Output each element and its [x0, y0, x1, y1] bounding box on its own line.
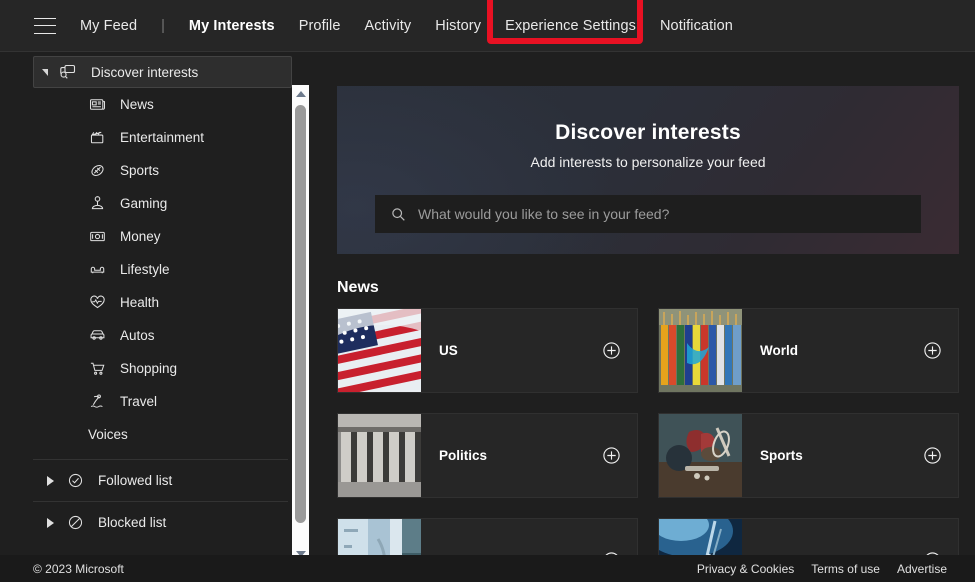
sidebar-item-money[interactable]: Money — [0, 220, 310, 253]
sidebar-item-label: Travel — [120, 394, 158, 409]
travel-palm-icon — [88, 393, 106, 411]
nav-item-history[interactable]: History — [435, 12, 481, 40]
sports-equipment-photo — [659, 414, 742, 497]
sidebar-item-gaming[interactable]: Gaming — [0, 187, 310, 220]
sidebar-item-news[interactable]: News — [0, 88, 310, 121]
sidebar-item-discover-interests[interactable]: Discover interests — [33, 56, 292, 88]
sidebar-item-label: Sports — [120, 163, 160, 178]
interest-card-label: World — [760, 343, 798, 358]
sidebar-item-followed-list[interactable]: Followed list — [33, 459, 288, 501]
lifestyle-sofa-icon — [88, 261, 106, 279]
sidebar-item-label: Lifestyle — [120, 262, 170, 277]
money-bill-icon — [88, 228, 106, 246]
technology-lights-photo — [659, 519, 742, 555]
entertainment-clapperboard-icon — [88, 129, 106, 147]
nav-item-my-feed[interactable]: My Feed — [80, 12, 137, 40]
sidebar-item-health[interactable]: Health — [0, 286, 310, 319]
interest-card-label: Sports — [760, 448, 803, 463]
sidebar-item-entertainment[interactable]: Entertainment — [0, 121, 310, 154]
search-input[interactable] — [418, 206, 921, 222]
section-title-news: News — [337, 279, 379, 296]
nav-item-experience-settings[interactable]: Experience Settings — [505, 12, 636, 40]
interest-card-sports[interactable]: Sports — [658, 413, 959, 498]
sidebar-item-label: News — [120, 97, 154, 112]
discover-interests-hero: Discover interests Add interests to pers… — [337, 86, 959, 254]
sidebar-group-label: Blocked list — [98, 515, 167, 530]
block-circle-icon — [66, 514, 84, 532]
nav-separator: | — [161, 17, 165, 34]
footer-link-terms-of-use[interactable]: Terms of use — [811, 562, 880, 576]
shopping-cart-icon — [88, 360, 106, 378]
discover-interests-icon — [59, 63, 77, 81]
us-flag-photo — [338, 309, 421, 392]
plus-circle-icon[interactable] — [923, 341, 942, 360]
nav-item-activity[interactable]: Activity — [365, 12, 412, 40]
government-columns-photo — [338, 414, 421, 497]
sidebar-item-label: Autos — [120, 328, 155, 343]
interests-sidebar: Discover interests News Entertainment Sp… — [0, 53, 310, 555]
footer-links: Privacy & Cookies Terms of use Advertise — [697, 562, 947, 576]
interest-card-label: Politics — [439, 448, 488, 463]
health-heartbeat-icon — [88, 294, 106, 312]
collapse-caret-icon[interactable] — [42, 68, 48, 76]
plus-circle-icon[interactable] — [602, 446, 621, 465]
top-navigation-bar: My Feed | My Interests Profile Activity … — [0, 0, 975, 52]
sidebar-voices-label: Voices — [88, 427, 128, 442]
hero-subtitle: Add interests to personalize your feed — [530, 154, 766, 170]
sidebar-discover-label: Discover interests — [91, 64, 199, 80]
plus-circle-icon[interactable] — [923, 446, 942, 465]
interest-card-label: US — [439, 343, 458, 358]
interest-cards-grid: US World Politics Sports — [337, 308, 959, 555]
sidebar-item-travel[interactable]: Travel — [0, 385, 310, 418]
expand-caret-icon[interactable] — [47, 475, 54, 486]
sidebar-item-label: Gaming — [120, 196, 168, 211]
search-icon — [391, 207, 406, 222]
interest-card-us[interactable]: US — [337, 308, 638, 393]
hero-title: Discover interests — [555, 121, 741, 144]
scrollbar-thumb[interactable] — [295, 105, 306, 523]
nav-item-my-interests[interactable]: My Interests — [189, 12, 275, 40]
sidebar-item-sports[interactable]: Sports — [0, 154, 310, 187]
expand-caret-icon[interactable] — [47, 517, 54, 528]
sidebar-item-label: Health — [120, 295, 160, 310]
world-flags-photo — [659, 309, 742, 392]
sports-ball-icon — [88, 162, 106, 180]
news-icon — [88, 96, 106, 114]
sidebar-item-lifestyle[interactable]: Lifestyle — [0, 253, 310, 286]
sidebar-item-voices[interactable]: Voices — [0, 418, 310, 451]
interest-card-technology[interactable]: Technology — [658, 518, 959, 555]
sidebar-item-label: Entertainment — [120, 130, 205, 145]
sidebar-item-blocked-list[interactable]: Blocked list — [33, 501, 288, 543]
sidebar-item-shopping[interactable]: Shopping — [0, 352, 310, 385]
interest-card-world[interactable]: World — [658, 308, 959, 393]
page-footer: © 2023 Microsoft Privacy & Cookies Terms… — [0, 555, 975, 582]
footer-link-privacy-cookies[interactable]: Privacy & Cookies — [697, 562, 794, 576]
main-content: Discover interests Add interests to pers… — [310, 53, 975, 555]
scroll-up-arrow-icon[interactable] — [292, 85, 309, 102]
interest-card-business-news[interactable]: Business News — [337, 518, 638, 555]
interest-card-politics[interactable]: Politics — [337, 413, 638, 498]
sidebar-item-autos[interactable]: Autos — [0, 319, 310, 352]
sidebar-scrollbar[interactable] — [292, 85, 309, 562]
interest-search-box[interactable] — [375, 195, 921, 233]
autos-car-icon — [88, 327, 106, 345]
sidebar-item-label: Money — [120, 229, 161, 244]
nav-item-experience-settings-wrapper: Experience Settings — [487, 0, 660, 44]
plus-circle-icon[interactable] — [602, 341, 621, 360]
sidebar-group-label: Followed list — [98, 473, 173, 488]
footer-link-advertise[interactable]: Advertise — [897, 562, 947, 576]
gaming-joystick-icon — [88, 195, 106, 213]
copyright-text: © 2023 Microsoft — [33, 561, 124, 576]
nav-item-profile[interactable]: Profile — [299, 12, 341, 40]
sidebar-item-label: Shopping — [120, 361, 178, 376]
check-circle-icon — [66, 472, 84, 490]
hamburger-menu-icon[interactable] — [34, 17, 56, 34]
nav-item-notification[interactable]: Notification — [660, 12, 733, 40]
office-interior-photo — [338, 519, 421, 555]
